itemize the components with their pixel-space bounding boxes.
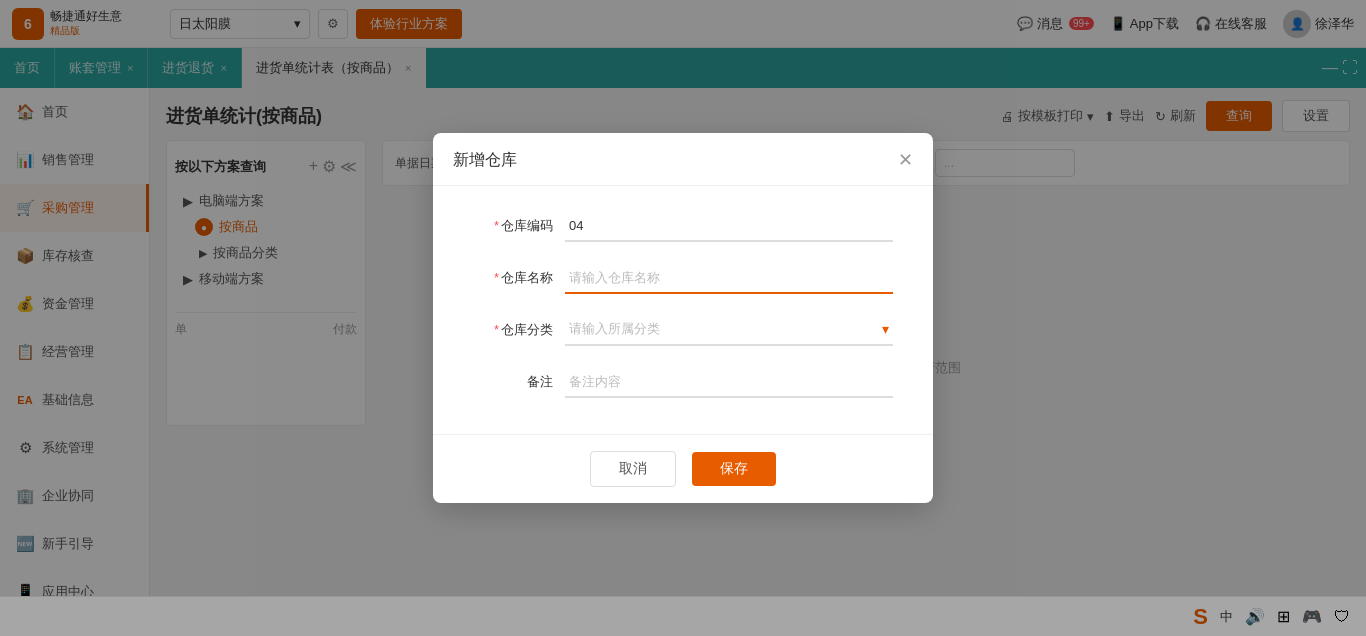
modal-header: 新增仓库 ✕ (433, 133, 933, 186)
warehouse-category-select[interactable]: 请输入所属分类 ▾ (565, 314, 893, 346)
modal-footer: 取消 保存 (433, 434, 933, 503)
modal-add-warehouse: 新增仓库 ✕ 仓库编码 仓库名称 仓库分类 请输入所属分类 ▾ (433, 133, 933, 503)
category-dropdown-icon: ▾ (882, 321, 889, 337)
warehouse-name-input[interactable] (565, 262, 893, 294)
warehouse-code-input[interactable] (565, 210, 893, 242)
warehouse-name-label: 仓库名称 (473, 269, 553, 287)
save-button[interactable]: 保存 (692, 452, 776, 486)
remark-label: 备注 (473, 373, 553, 391)
modal-body: 仓库编码 仓库名称 仓库分类 请输入所属分类 ▾ 备注 (433, 186, 933, 434)
remark-input[interactable] (565, 366, 893, 398)
remark-row: 备注 (473, 366, 893, 398)
modal-overlay: 新增仓库 ✕ 仓库编码 仓库名称 仓库分类 请输入所属分类 ▾ (0, 0, 1366, 636)
warehouse-name-row: 仓库名称 (473, 262, 893, 294)
warehouse-category-row: 仓库分类 请输入所属分类 ▾ (473, 314, 893, 346)
warehouse-code-label: 仓库编码 (473, 217, 553, 235)
warehouse-category-label: 仓库分类 (473, 321, 553, 339)
modal-title: 新增仓库 (453, 150, 517, 171)
warehouse-category-placeholder: 请输入所属分类 (569, 320, 660, 338)
warehouse-code-row: 仓库编码 (473, 210, 893, 242)
modal-close-button[interactable]: ✕ (898, 149, 913, 171)
cancel-button[interactable]: 取消 (590, 451, 676, 487)
